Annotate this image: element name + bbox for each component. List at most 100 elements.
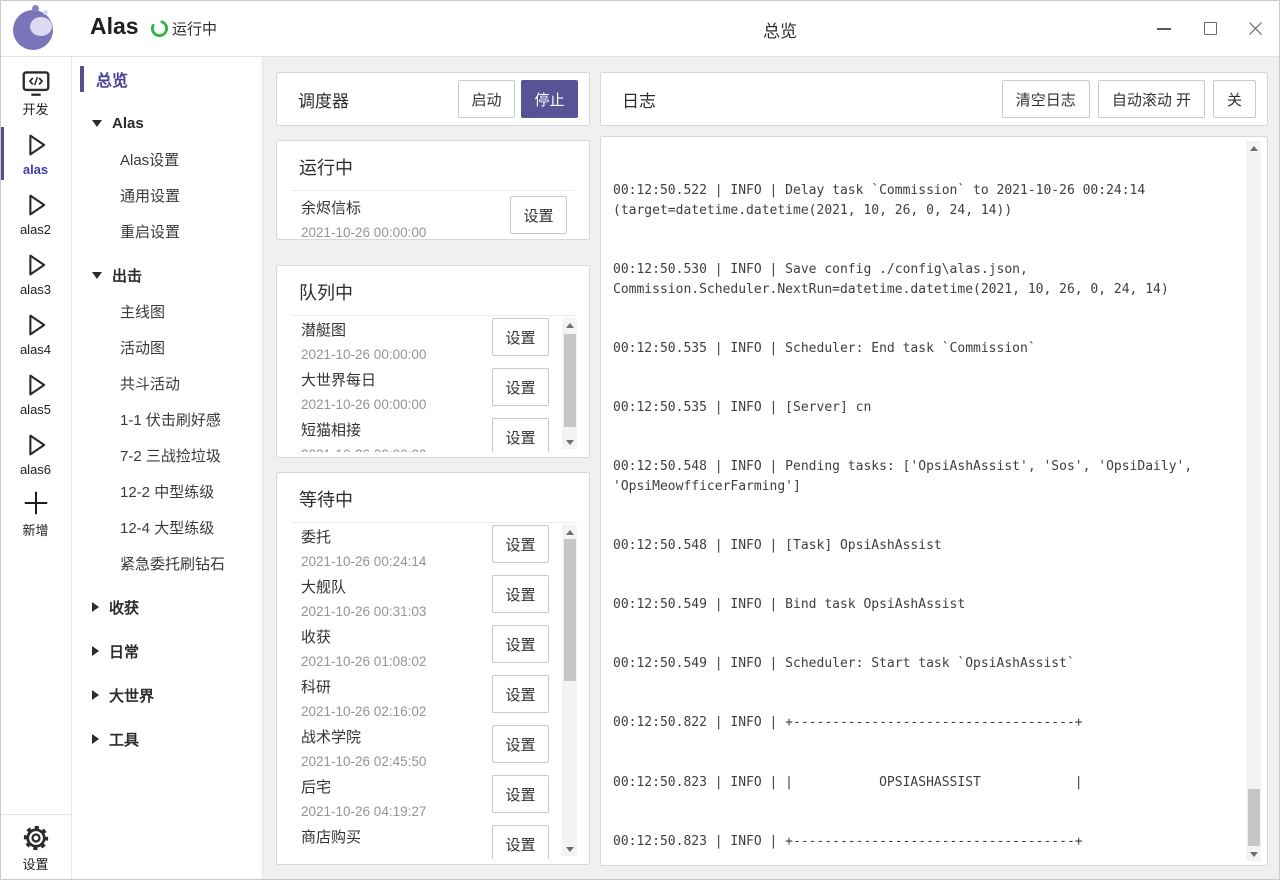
sidebar-item-alas[interactable]: alas (0, 124, 71, 183)
task-setting-button[interactable]: 设置 (492, 418, 549, 452)
nav-item-1-1[interactable]: 1-1 伏击刷好感 (72, 401, 262, 437)
task-row: 科研 2021-10-26 02:16:02 设置 (277, 670, 589, 720)
log-panel: 00:12:50.522 | INFO | Delay task `Commis… (600, 136, 1268, 866)
scroll-down-icon[interactable] (562, 842, 577, 856)
waiting-scrollbar[interactable] (562, 525, 577, 856)
nav-item-label: 通用设置 (120, 185, 180, 206)
task-setting-button[interactable]: 设置 (492, 825, 549, 859)
sidebar-item-label: alas3 (20, 282, 51, 297)
nav-group-tools[interactable]: 工具 (72, 721, 262, 757)
nav-group-opsi[interactable]: 大世界 (72, 677, 262, 713)
scroll-up-icon[interactable] (1246, 141, 1261, 155)
sidebar-item-dev[interactable]: 开发 (0, 64, 71, 123)
waiting-list: 委托 2021-10-26 00:24:14 设置 大舰队 2021-10-26… (277, 520, 589, 859)
sidebar-item-label: 新增 (22, 520, 48, 539)
triangle-right-icon (92, 646, 99, 656)
waiting-panel: 等待中 委托 2021-10-26 00:24:14 设置 大舰队 2021-1… (276, 472, 590, 865)
sidebar-item-alas4[interactable]: alas4 (0, 304, 71, 363)
pending-title: 队列中 (277, 266, 589, 315)
log-line: 00:12:50.548 | INFO | Pending tasks: ['O… (613, 457, 1237, 496)
task-time: 2021-10-26 01:08:02 (301, 654, 499, 669)
task-setting-button[interactable]: 设置 (492, 575, 549, 613)
task-setting-button[interactable]: 设置 (510, 196, 567, 234)
task-row: 战术学院 2021-10-26 02:45:50 设置 (277, 720, 589, 770)
task-row: 收获 2021-10-26 01:08:02 设置 (277, 620, 589, 670)
nav-group-sortie[interactable]: 出击 (72, 257, 262, 293)
nav-item-label: 7-2 三战捡垃圾 (120, 445, 221, 466)
task-row: 大世界每日 2021-10-26 00:00:00 设置 (277, 363, 589, 413)
task-setting-button[interactable]: 设置 (492, 775, 549, 813)
pending-scrollbar[interactable] (562, 318, 577, 449)
play-icon (21, 250, 51, 280)
scroll-up-icon[interactable] (562, 318, 577, 332)
scroll-up-icon[interactable] (562, 525, 577, 539)
play-icon (21, 130, 51, 160)
task-name: 短猫相接 (301, 419, 499, 440)
nav-group-reward[interactable]: 收获 (72, 589, 262, 625)
sidebar-item-settings[interactable]: 设置 (0, 814, 71, 880)
task-name: 潜艇图 (301, 319, 499, 340)
scheduler-stop-button[interactable]: 停止 (521, 80, 578, 118)
task-row: 短猫相接 2021-10-26 00:00:00 设置 (277, 413, 589, 452)
alas-logo-icon (12, 5, 58, 51)
nav-item-label: 总览 (96, 67, 128, 91)
close-icon[interactable] (1248, 21, 1264, 37)
task-setting-button[interactable]: 设置 (492, 725, 549, 763)
nav-group-label: 大世界 (109, 685, 154, 706)
autoscroll-off-button[interactable]: 关 (1213, 80, 1256, 118)
nav-item-main-map[interactable]: 主线图 (72, 293, 262, 329)
log-line: 00:12:50.823 | INFO | +-----------------… (613, 832, 1237, 852)
triangle-down-icon (92, 120, 102, 127)
sidebar-item-alas2[interactable]: alas2 (0, 184, 71, 243)
task-name: 余烬信标 (301, 197, 499, 218)
minimize-icon[interactable] (1156, 21, 1172, 37)
sidebar-item-label: alas (23, 162, 48, 177)
log-line: 00:12:50.535 | INFO | Scheduler: End tas… (613, 339, 1237, 359)
sidebar-item-alas5[interactable]: alas5 (0, 364, 71, 423)
nav-item-coalition[interactable]: 共斗活动 (72, 365, 262, 401)
title-bar: Alas 运行中 总览 (0, 0, 1280, 57)
scrollbar-thumb[interactable] (1248, 789, 1260, 846)
task-time: 2021-10-26 00:00:00 (301, 397, 499, 412)
nav-item-12-2[interactable]: 12-2 中型练级 (72, 473, 262, 509)
running-title: 运行中 (277, 141, 589, 190)
nav-item-7-2[interactable]: 7-2 三战捡垃圾 (72, 437, 262, 473)
maximize-icon[interactable] (1202, 21, 1218, 37)
loading-spinner-icon (150, 19, 169, 38)
nav-item-urgent-commission[interactable]: 紧急委托刷钻石 (72, 545, 262, 581)
nav-item-label: 12-2 中型练级 (120, 481, 214, 502)
scheduler-start-button[interactable]: 启动 (458, 80, 515, 118)
nav-group-alas[interactable]: Alas (72, 105, 262, 141)
task-row: 大舰队 2021-10-26 00:31:03 设置 (277, 570, 589, 620)
log-scrollbar[interactable] (1246, 141, 1261, 861)
sidebar-item-label: alas5 (20, 402, 51, 417)
pending-list: 潜艇图 2021-10-26 00:00:00 设置 大世界每日 2021-10… (277, 313, 589, 452)
nav-item-overview[interactable]: 总览 (72, 61, 262, 97)
sidebar-item-alas6[interactable]: alas6 (0, 424, 71, 483)
nav-item-label: 活动图 (120, 337, 165, 358)
task-setting-button[interactable]: 设置 (492, 625, 549, 663)
task-setting-button[interactable]: 设置 (492, 675, 549, 713)
task-name: 商店购买 (301, 826, 499, 847)
task-row: 后宅 2021-10-26 04:19:27 设置 (277, 770, 589, 820)
task-setting-button[interactable]: 设置 (492, 318, 549, 356)
scrollbar-thumb[interactable] (564, 334, 576, 427)
task-setting-button[interactable]: 设置 (492, 525, 549, 563)
nav-item-general-settings[interactable]: 通用设置 (72, 177, 262, 213)
clear-log-button[interactable]: 清空日志 (1002, 80, 1090, 118)
task-row: 潜艇图 2021-10-26 00:00:00 设置 (277, 313, 589, 363)
nav-item-alas-settings[interactable]: Alas设置 (72, 141, 262, 177)
nav-item-event-map[interactable]: 活动图 (72, 329, 262, 365)
task-time: 2021-10-26 00:24:14 (301, 554, 499, 569)
sidebar-item-alas3[interactable]: alas3 (0, 244, 71, 303)
scroll-down-icon[interactable] (1246, 847, 1261, 861)
task-setting-button[interactable]: 设置 (492, 368, 549, 406)
nav-group-daily[interactable]: 日常 (72, 633, 262, 669)
nav-item-restart-settings[interactable]: 重启设置 (72, 213, 262, 249)
autoscroll-on-button[interactable]: 自动滚动 开 (1098, 80, 1205, 118)
nav-item-12-4[interactable]: 12-4 大型练级 (72, 509, 262, 545)
scrollbar-thumb[interactable] (564, 539, 576, 681)
scroll-down-icon[interactable] (562, 435, 577, 449)
status-text: 运行中 (172, 18, 217, 39)
add-instance-button[interactable]: 新增 (0, 484, 71, 543)
